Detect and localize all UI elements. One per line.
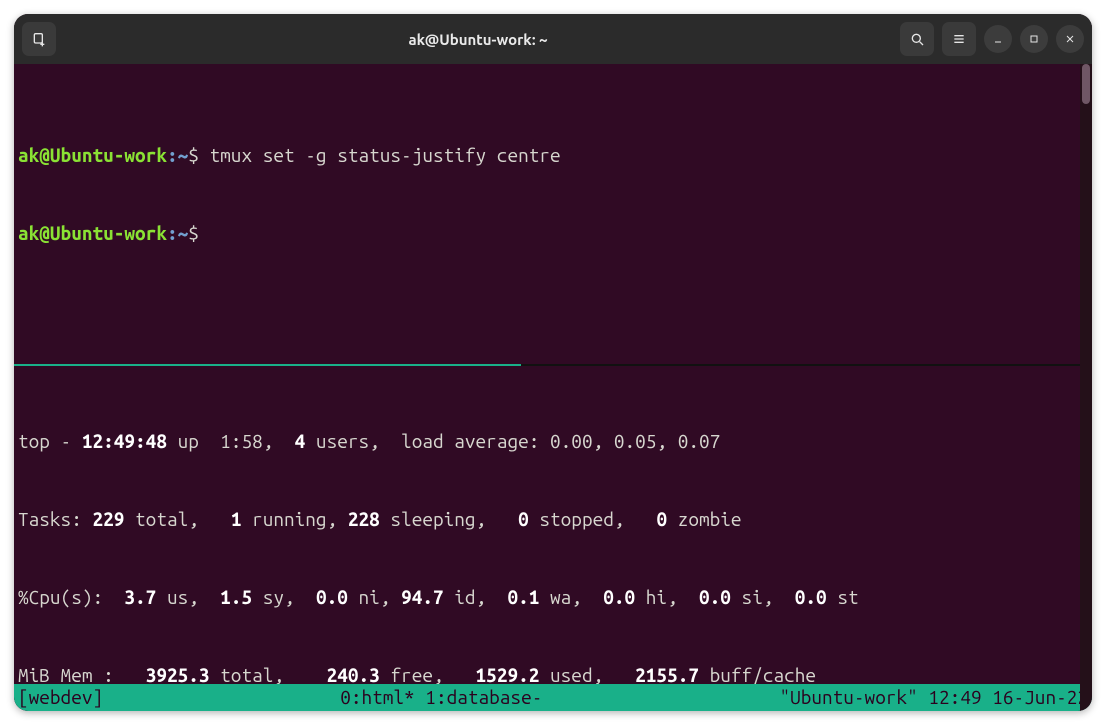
prompt-user-host: ak@Ubuntu-work bbox=[18, 144, 167, 166]
tmux-window-list[interactable]: 0:html* 1:database- bbox=[103, 684, 779, 711]
shell-line: ak@Ubuntu-work:~$ tmux set -g status-jus… bbox=[14, 142, 1092, 168]
window-title: ak@Ubuntu-work: ~ bbox=[64, 31, 892, 48]
tmux-status-bar: [webdev] 0:html* 1:database- "Ubuntu-wor… bbox=[14, 684, 1092, 711]
new-tab-button[interactable] bbox=[22, 22, 56, 56]
minimize-button[interactable] bbox=[984, 25, 1012, 53]
scrollbar-thumb[interactable] bbox=[1082, 64, 1090, 104]
menu-button[interactable] bbox=[942, 22, 976, 56]
maximize-button[interactable] bbox=[1020, 25, 1048, 53]
tmux-pane-divider[interactable] bbox=[14, 364, 1092, 366]
top-pane: top - 12:49:48 up 1:58, 4 users, load av… bbox=[14, 376, 1092, 711]
prompt-path: ~ bbox=[178, 144, 189, 166]
top-cpu-line: %Cpu(s): 3.7 us, 1.5 sy, 0.0 ni, 94.7 id… bbox=[14, 584, 1092, 610]
top-tasks-line: Tasks: 229 total, 1 running, 228 sleepin… bbox=[14, 506, 1092, 532]
tmux-session-name[interactable]: [webdev] bbox=[18, 684, 103, 711]
top-summary-line: top - 12:49:48 up 1:58, 4 users, load av… bbox=[14, 428, 1092, 454]
tmux-status-right: "Ubuntu-work" 12:49 16-Jun-22 bbox=[779, 684, 1092, 711]
prompt-dollar: $ bbox=[188, 144, 199, 166]
prompt-sep: : bbox=[167, 144, 178, 166]
terminal-scrollbar[interactable] bbox=[1080, 64, 1092, 711]
close-button[interactable] bbox=[1056, 25, 1084, 53]
command-text: tmux set -g status-justify centre bbox=[210, 144, 561, 166]
titlebar: ak@Ubuntu-work: ~ bbox=[14, 14, 1092, 64]
terminal-window: ak@Ubuntu-work: ~ ak@Ubuntu-work:~$ tmux… bbox=[14, 14, 1092, 711]
terminal-content[interactable]: ak@Ubuntu-work:~$ tmux set -g status-jus… bbox=[14, 64, 1092, 711]
search-button[interactable] bbox=[900, 22, 934, 56]
shell-line: ak@Ubuntu-work:~$ bbox=[14, 220, 1092, 246]
